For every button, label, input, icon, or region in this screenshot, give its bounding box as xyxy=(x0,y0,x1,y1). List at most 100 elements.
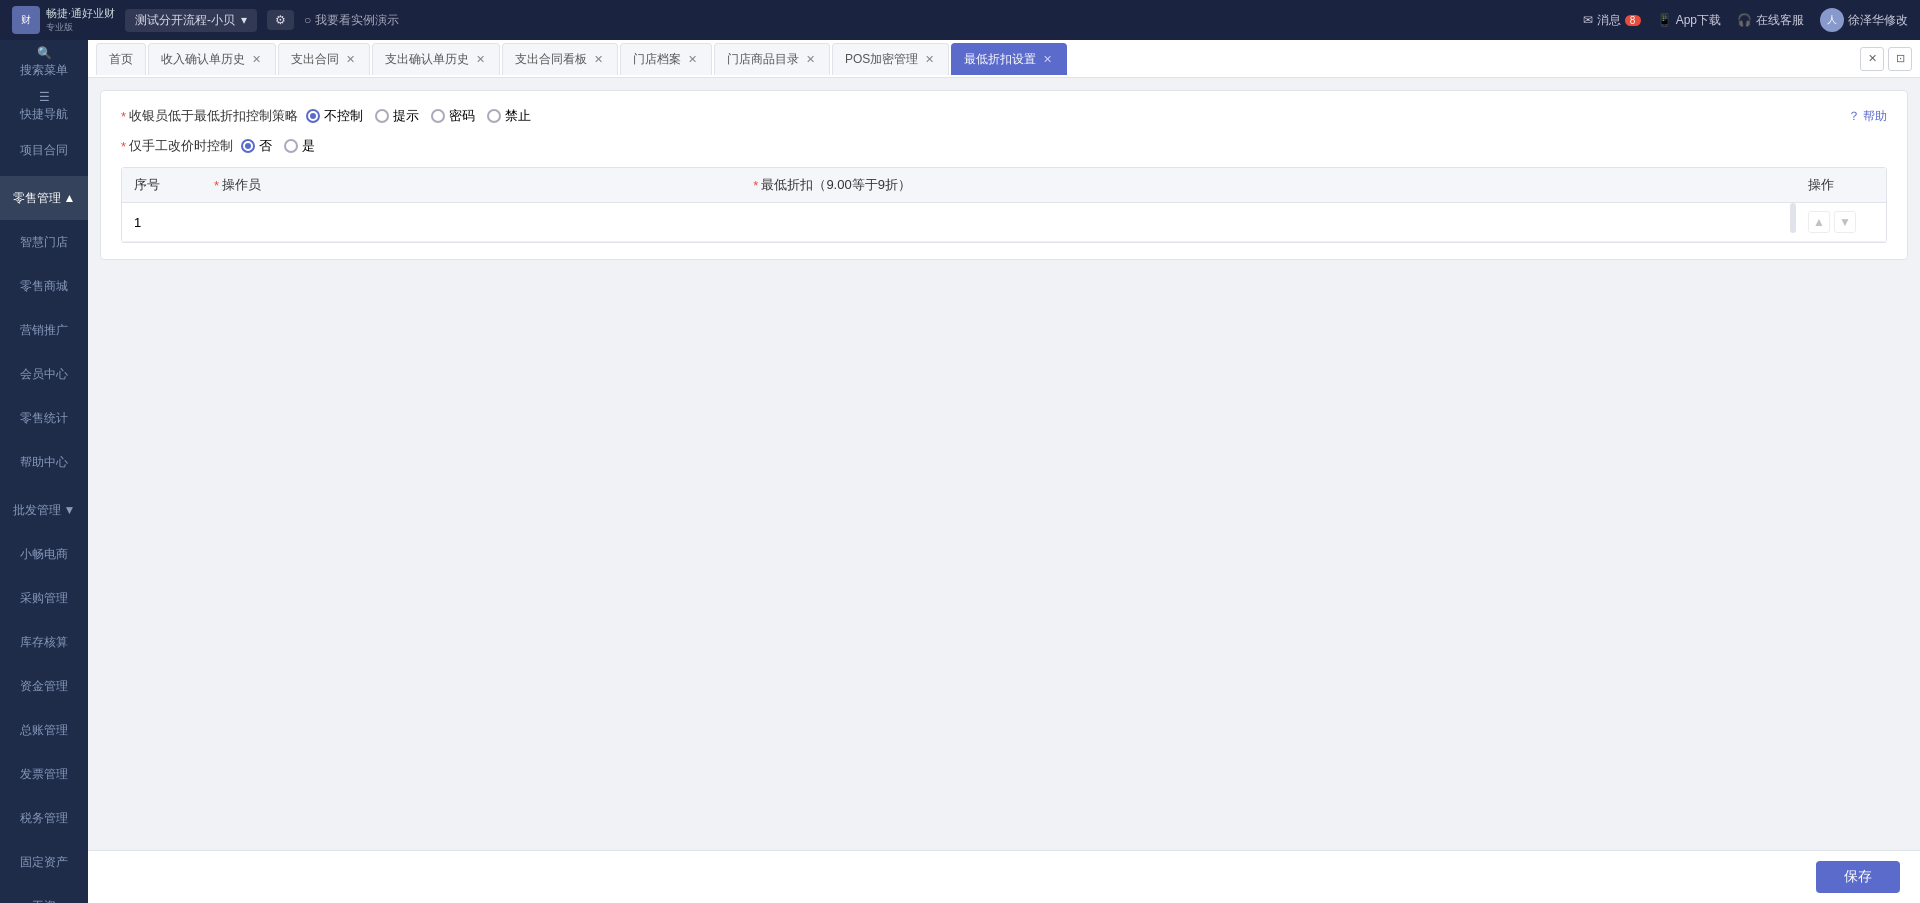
tab-income-confirm[interactable]: 收入确认单历史 ✕ xyxy=(148,43,276,75)
avatar: 人 xyxy=(1820,8,1844,32)
sidebar-item-invoice-mgmt[interactable]: 发票管理 xyxy=(0,752,88,796)
tab-close-store-file[interactable]: ✕ xyxy=(686,52,699,67)
sidebar-item-finance-mgmt[interactable]: 资金管理 xyxy=(0,664,88,708)
sidebar-item-inventory[interactable]: 库存核算 xyxy=(0,620,88,664)
project-selector[interactable]: 测试分开流程-小贝 ▾ xyxy=(125,9,257,32)
tab-min-discount[interactable]: 最低折扣设置 ✕ xyxy=(951,43,1067,75)
tab-close-min-discount[interactable]: ✕ xyxy=(1041,52,1054,67)
sidebar: 🔍 搜索菜单 ☰ 快捷导航 项目合同 零售管理 ▲ 智慧门店 零售商城 营销推广… xyxy=(0,40,88,903)
policy-label: * 收银员低于最低折扣控制策略 xyxy=(121,107,298,125)
tab-payment-board[interactable]: 支出合同看板 ✕ xyxy=(502,43,618,75)
sidebar-item-project-contract[interactable]: 项目合同 xyxy=(0,128,88,172)
help-link[interactable]: ？ 帮助 xyxy=(1848,108,1887,125)
table-row: 1 ▲ ▼ xyxy=(122,203,1886,242)
search-icon: 🔍 xyxy=(37,45,52,62)
move-down-btn[interactable]: ▼ xyxy=(1834,211,1856,233)
tab-close-pos-password[interactable]: ✕ xyxy=(923,52,936,67)
save-bar: 保存 xyxy=(88,850,1920,903)
logo-area: 财 畅捷·通好业财 专业版 xyxy=(12,6,115,34)
gear-icon: ⚙ xyxy=(275,13,286,27)
tab-close-all-btn[interactable]: ✕ xyxy=(1860,47,1884,71)
user-menu-btn[interactable]: 人 徐泽华修改 xyxy=(1820,8,1908,32)
radio-circle-manual-yes xyxy=(284,139,298,153)
tab-expand-btn[interactable]: ⊡ xyxy=(1888,47,1912,71)
radio-password[interactable]: 密码 xyxy=(431,107,475,125)
sidebar-item-wholesale-mgmt[interactable]: 批发管理 ▼ xyxy=(0,488,88,532)
sidebar-item-member-center[interactable]: 会员中心 xyxy=(0,352,88,396)
tab-store-products[interactable]: 门店商品目录 ✕ xyxy=(714,43,830,75)
chevron-down-icon: ▾ xyxy=(241,13,247,27)
policy-radio-group: 不控制 提示 密码 禁止 xyxy=(306,107,531,125)
tab-close-payment-board[interactable]: ✕ xyxy=(592,52,605,67)
radio-hint[interactable]: 提示 xyxy=(375,107,419,125)
sidebar-item-search[interactable]: 🔍 搜索菜单 xyxy=(0,40,88,84)
message-btn[interactable]: ✉ 消息 8 xyxy=(1583,12,1641,29)
radio-circle-forbid xyxy=(487,109,501,123)
sidebar-item-help-center[interactable]: 帮助中心 xyxy=(0,440,88,484)
logo-text: 畅捷·通好业财 专业版 xyxy=(46,6,115,34)
th-discount: * 最低折扣（9.00等于9折） xyxy=(741,168,1796,202)
required-mark-2: * xyxy=(121,139,126,154)
table-header: 序号 * 操作员 * 最低折扣（9.00等于9折） 操作 xyxy=(122,168,1886,203)
radio-manual-yes[interactable]: 是 xyxy=(284,137,315,155)
sidebar-item-retail-stats[interactable]: 零售统计 xyxy=(0,396,88,440)
td-action-1: ▲ ▼ xyxy=(1796,203,1886,241)
sidebar-item-retail-mall[interactable]: 零售商城 xyxy=(0,264,88,308)
td-discount-1 xyxy=(741,203,1796,241)
manual-price-label: * 仅手工改价时控制 xyxy=(121,137,233,155)
topbar-right: ✉ 消息 8 📱 App下载 🎧 在线客服 人 徐泽华修改 xyxy=(1583,8,1908,32)
table-scrollbar[interactable] xyxy=(1790,203,1796,233)
manual-price-radio-group: 否 是 xyxy=(241,137,315,155)
tab-close-income-confirm[interactable]: ✕ xyxy=(250,52,263,67)
sidebar-item-retail-mgmt[interactable]: 零售管理 ▲ xyxy=(0,176,88,220)
radio-circle-password xyxy=(431,109,445,123)
tab-pos-password[interactable]: POS加密管理 ✕ xyxy=(832,43,949,75)
logo-icon: 财 xyxy=(12,6,40,34)
radio-no-control[interactable]: 不控制 xyxy=(306,107,363,125)
content-area: 首页 收入确认单历史 ✕ 支出合同 ✕ 支出确认单历史 ✕ 支出合同看板 ✕ 门… xyxy=(88,40,1920,903)
demo-icon: ○ xyxy=(304,13,311,27)
tab-close-payment-contract[interactable]: ✕ xyxy=(344,52,357,67)
tab-close-payment-confirm[interactable]: ✕ xyxy=(474,52,487,67)
tab-home[interactable]: 首页 xyxy=(96,43,146,75)
radio-circle-hint xyxy=(375,109,389,123)
discount-table: 序号 * 操作员 * 最低折扣（9.00等于9折） 操作 xyxy=(121,167,1887,243)
sidebar-item-quick-nav[interactable]: ☰ 快捷导航 xyxy=(0,84,88,128)
radio-circle-no-control xyxy=(306,109,320,123)
sidebar-item-ecommerce[interactable]: 小畅电商 xyxy=(0,532,88,576)
radio-manual-no[interactable]: 否 xyxy=(241,137,272,155)
tab-store-file[interactable]: 门店档案 ✕ xyxy=(620,43,712,75)
chevron-down-icon: ▼ xyxy=(64,502,76,519)
demo-link[interactable]: ○ 我要看实例演示 xyxy=(304,12,399,29)
sidebar-item-ledger-mgmt[interactable]: 总账管理 xyxy=(0,708,88,752)
radio-circle-manual-no xyxy=(241,139,255,153)
th-operator: * 操作员 xyxy=(202,168,741,202)
customer-service-btn[interactable]: 🎧 在线客服 xyxy=(1737,12,1804,29)
message-badge: 8 xyxy=(1625,15,1641,26)
download-icon: 📱 xyxy=(1657,13,1672,27)
sidebar-item-fixed-assets[interactable]: 固定资产 xyxy=(0,840,88,884)
message-icon: ✉ xyxy=(1583,13,1593,27)
td-seq-1: 1 xyxy=(122,203,202,241)
settings-btn[interactable]: ⚙ xyxy=(267,10,294,30)
move-up-btn[interactable]: ▲ xyxy=(1808,211,1830,233)
sidebar-item-marketing[interactable]: 营销推广 xyxy=(0,308,88,352)
sidebar-item-purchase-mgmt[interactable]: 采购管理 xyxy=(0,576,88,620)
sidebar-item-smart-store[interactable]: 智慧门店 xyxy=(0,220,88,264)
topbar-left: 财 畅捷·通好业财 专业版 测试分开流程-小贝 ▾ ⚙ ○ 我要看实例演示 xyxy=(12,6,399,34)
radio-forbid[interactable]: 禁止 xyxy=(487,107,531,125)
tab-close-store-products[interactable]: ✕ xyxy=(804,52,817,67)
sidebar-item-payroll[interactable]: 工资 xyxy=(0,884,88,903)
policy-row: * 收银员低于最低折扣控制策略 不控制 提示 xyxy=(121,107,1887,125)
td-operator-1 xyxy=(202,203,741,241)
manual-price-row: * 仅手工改价时控制 否 是 xyxy=(121,137,1887,155)
tab-payment-confirm[interactable]: 支出确认单历史 ✕ xyxy=(372,43,500,75)
tab-payment-contract[interactable]: 支出合同 ✕ xyxy=(278,43,370,75)
main-layout: 🔍 搜索菜单 ☰ 快捷导航 项目合同 零售管理 ▲ 智慧门店 零售商城 营销推广… xyxy=(0,40,1920,903)
question-icon: ？ xyxy=(1848,108,1860,125)
sidebar-item-tax-mgmt[interactable]: 税务管理 xyxy=(0,796,88,840)
settings-card: * 收银员低于最低折扣控制策略 不控制 提示 xyxy=(100,90,1908,260)
tab-bar: 首页 收入确认单历史 ✕ 支出合同 ✕ 支出确认单历史 ✕ 支出合同看板 ✕ 门… xyxy=(88,40,1920,78)
save-button[interactable]: 保存 xyxy=(1816,861,1900,893)
app-download-btn[interactable]: 📱 App下载 xyxy=(1657,12,1721,29)
